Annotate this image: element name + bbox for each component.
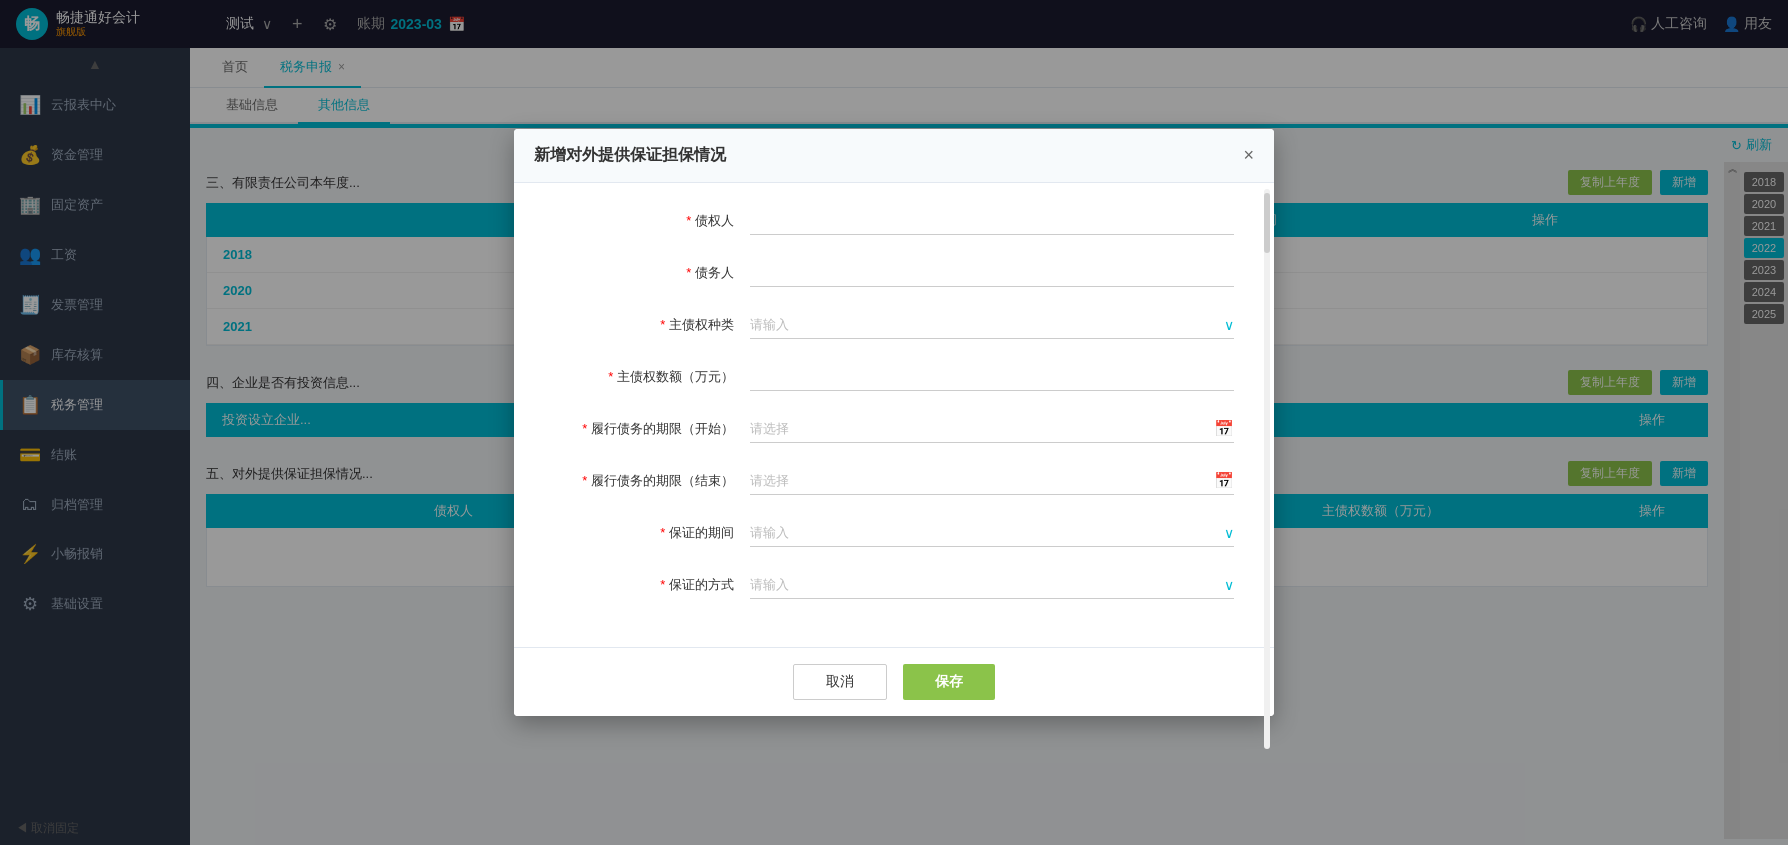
modal-body: * 债权人 * 债务人 * 主债权种类 bbox=[514, 183, 1274, 647]
period-start-select-wrapper: 📅 bbox=[750, 415, 1234, 443]
debt-type-label: * 主债权种类 bbox=[554, 316, 734, 334]
creditor-input[interactable] bbox=[750, 207, 1234, 235]
form-row-debtor: * 债务人 bbox=[554, 259, 1234, 287]
form-row-debt-type: * 主债权种类 ∨ bbox=[554, 311, 1234, 339]
form-row-guarantee-period: * 保证的期间 ∨ bbox=[554, 519, 1234, 547]
form-row-guarantee-method: * 保证的方式 ∨ bbox=[554, 571, 1234, 599]
form-row-debt-amount: * 主债权数额（万元） bbox=[554, 363, 1234, 391]
modal-footer: 取消 保存 bbox=[514, 647, 1274, 716]
guarantee-period-select-wrapper: ∨ bbox=[750, 519, 1234, 547]
period-start-calendar-icon[interactable]: 📅 bbox=[1214, 419, 1234, 438]
modal-scrollbar-track bbox=[1264, 189, 1270, 749]
debt-amount-input[interactable] bbox=[750, 363, 1234, 391]
modal-title: 新增对外提供保证担保情况 bbox=[534, 145, 726, 166]
period-end-calendar-icon[interactable]: 📅 bbox=[1214, 471, 1234, 490]
guarantee-method-chevron-icon[interactable]: ∨ bbox=[1224, 577, 1234, 593]
guarantee-method-input[interactable] bbox=[750, 571, 1224, 598]
cancel-button[interactable]: 取消 bbox=[793, 664, 887, 700]
creditor-label: * 债权人 bbox=[554, 212, 734, 230]
form-row-period-start: * 履行债务的期限（开始） 📅 bbox=[554, 415, 1234, 443]
period-end-select-wrapper: 📅 bbox=[750, 467, 1234, 495]
modal-dialog: 新增对外提供保证担保情况 × * 债权人 * 债务人 bbox=[514, 129, 1274, 716]
modal-overlay[interactable]: 新增对外提供保证担保情况 × * 债权人 * 债务人 bbox=[0, 0, 1788, 845]
period-start-input[interactable] bbox=[750, 415, 1214, 442]
modal-scrollbar-thumb[interactable] bbox=[1264, 193, 1270, 253]
debtor-input[interactable] bbox=[750, 259, 1234, 287]
form-row-period-end: * 履行债务的期限（结束） 📅 bbox=[554, 467, 1234, 495]
debt-type-select-wrapper: ∨ bbox=[750, 311, 1234, 339]
modal-close-button[interactable]: × bbox=[1243, 145, 1254, 166]
debt-type-chevron-icon[interactable]: ∨ bbox=[1224, 317, 1234, 333]
guarantee-period-label: * 保证的期间 bbox=[554, 524, 734, 542]
guarantee-period-input[interactable] bbox=[750, 519, 1224, 546]
guarantee-method-select-wrapper: ∨ bbox=[750, 571, 1234, 599]
debt-type-input[interactable] bbox=[750, 311, 1224, 338]
period-end-input[interactable] bbox=[750, 467, 1214, 494]
modal-header: 新增对外提供保证担保情况 × bbox=[514, 129, 1274, 183]
debtor-label: * 债务人 bbox=[554, 264, 734, 282]
debt-amount-label: * 主债权数额（万元） bbox=[554, 368, 734, 386]
form-row-creditor: * 债权人 bbox=[554, 207, 1234, 235]
save-button[interactable]: 保存 bbox=[903, 664, 995, 700]
guarantee-method-label: * 保证的方式 bbox=[554, 576, 734, 594]
period-start-label: * 履行债务的期限（开始） bbox=[554, 420, 734, 438]
guarantee-period-chevron-icon[interactable]: ∨ bbox=[1224, 525, 1234, 541]
period-end-label: * 履行债务的期限（结束） bbox=[554, 472, 734, 490]
